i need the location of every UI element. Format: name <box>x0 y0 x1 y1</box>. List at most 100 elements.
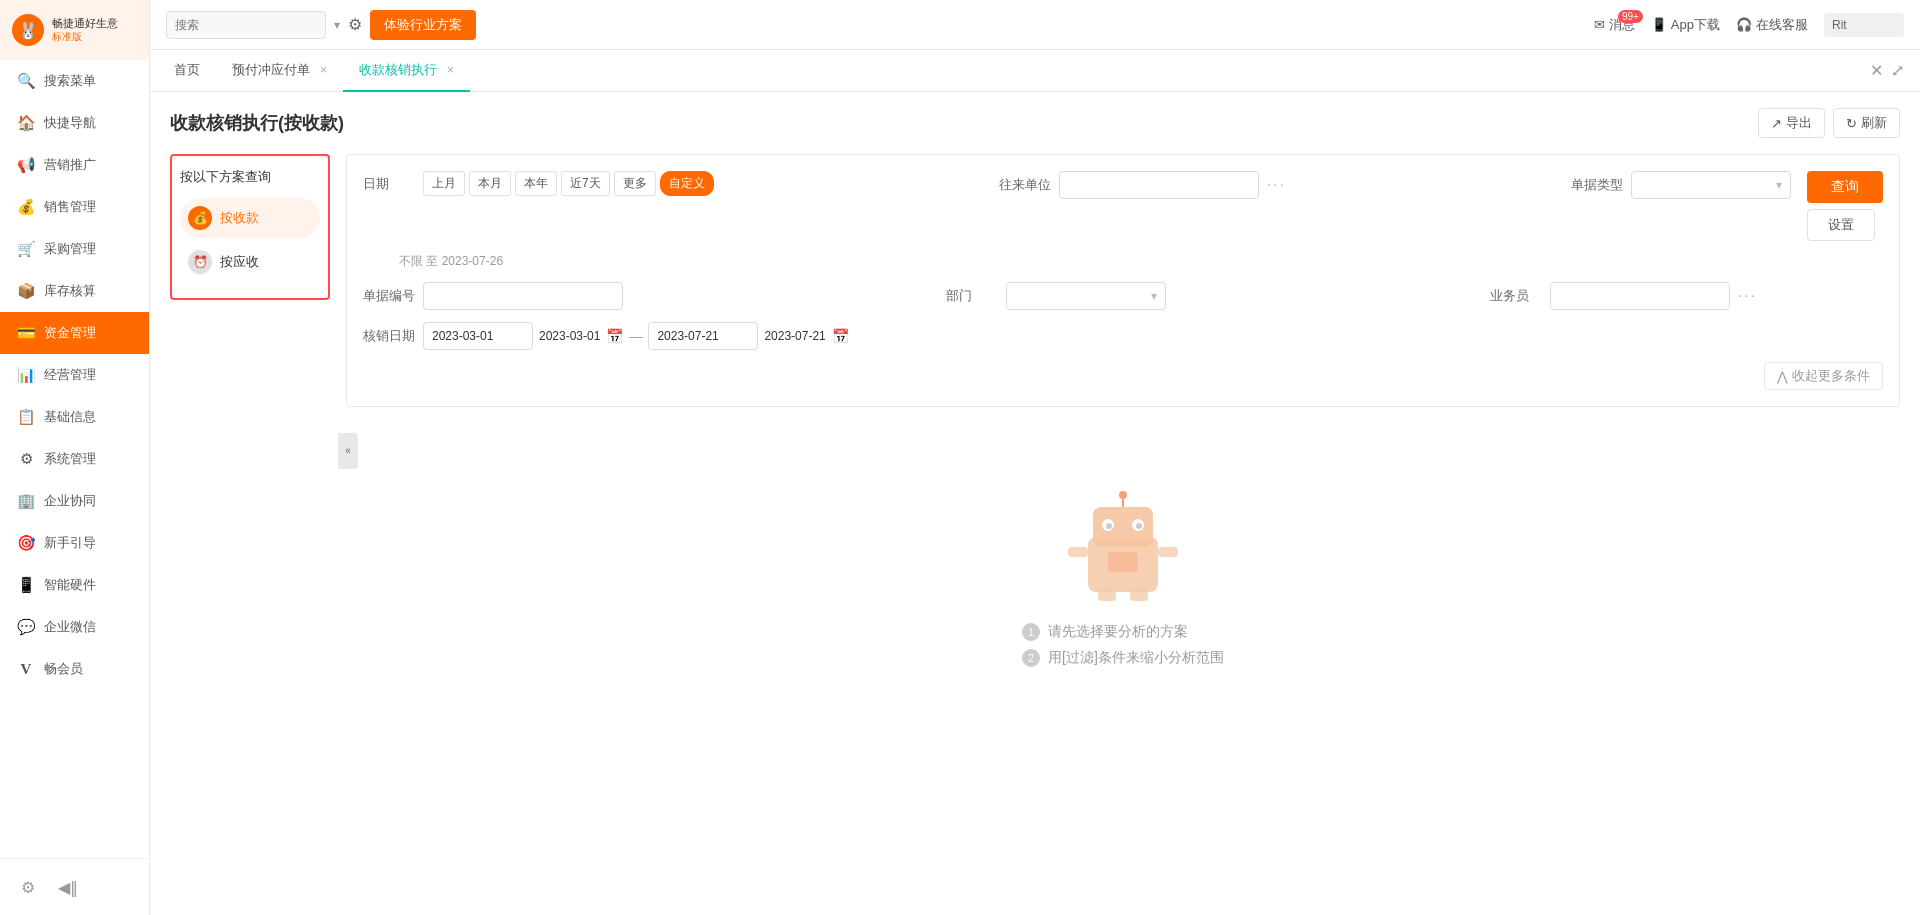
unit-input[interactable] <box>1059 171 1259 199</box>
home-tab-label: 首页 <box>174 61 200 79</box>
header-search-input[interactable] <box>166 11 326 39</box>
calendar-start-icon[interactable]: 📅 <box>606 328 623 344</box>
industry-solution-button[interactable]: 体验行业方案 <box>370 10 476 40</box>
setting-button[interactable]: 设置 <box>1807 209 1875 241</box>
chevron-down-icon[interactable]: ▾ <box>334 18 340 32</box>
svg-rect-12 <box>1108 552 1138 572</box>
sidebar-item-inventory[interactable]: 📦 库存核算 <box>0 270 149 312</box>
date-no-limit-label: 不限 至 2023-07-26 <box>399 254 503 268</box>
export-label: 导出 <box>1786 114 1812 132</box>
header-right: ✉ 消息 99+ 📱 App下载 🎧 在线客服 Rit <box>1594 13 1904 37</box>
empty-tip-1: 1 请先选择要分析的方案 <box>1022 623 1224 641</box>
export-icon: ↗ <box>1771 116 1782 131</box>
message-button[interactable]: ✉ 消息 99+ <box>1594 16 1635 34</box>
close-tab-receivable-icon[interactable]: × <box>447 63 454 77</box>
sidebar-item-wechat[interactable]: 💬 企业微信 <box>0 606 149 648</box>
writeoff-date-end-input[interactable] <box>648 322 758 350</box>
collapse-sidebar-icon[interactable]: ◀‖ <box>52 871 84 903</box>
date-more-button[interactable]: 更多 <box>614 171 656 196</box>
sidebar-item-label: 智能硬件 <box>44 576 96 594</box>
online-service-button[interactable]: 🎧 在线客服 <box>1736 16 1808 34</box>
inventory-icon: 📦 <box>16 282 36 300</box>
app-download-button[interactable]: 📱 App下载 <box>1651 16 1720 34</box>
basic-icon: 📋 <box>16 408 36 426</box>
sidebar-item-label: 新手引导 <box>44 534 96 552</box>
filter-content-layout: 按以下方案查询 💰 按收款 ⏰ 按应收 « <box>170 154 1900 747</box>
sidebar-item-label: 系统管理 <box>44 450 96 468</box>
sidebar-item-basic[interactable]: 📋 基础信息 <box>0 396 149 438</box>
search-icon: 🔍 <box>16 72 36 90</box>
tab-prepay[interactable]: 预付冲应付单 × <box>216 50 343 92</box>
sidebar-item-guide[interactable]: 🎯 新手引导 <box>0 522 149 564</box>
tip-text-1: 请先选择要分析的方案 <box>1048 623 1188 641</box>
sidebar-item-system[interactable]: ⚙ 系统管理 <box>0 438 149 480</box>
date-label: 日期 <box>363 175 415 193</box>
staff-more-icon[interactable]: ··· <box>1738 287 1757 305</box>
doc-type-select[interactable]: ▾ <box>1631 171 1791 199</box>
collapse-more-button[interactable]: ⋀ 收起更多条件 <box>1764 362 1883 390</box>
svg-point-5 <box>1136 523 1142 529</box>
filter-panel: 按以下方案查询 💰 按收款 ⏰ 按应收 <box>170 154 330 300</box>
filter-panel-title: 按以下方案查询 <box>180 168 320 186</box>
empty-robot-illustration <box>1063 487 1183 607</box>
settings-icon[interactable]: ⚙ <box>348 15 362 34</box>
close-tab-icon[interactable]: ✕ <box>1870 61 1883 80</box>
svg-point-7 <box>1119 491 1127 499</box>
export-button[interactable]: ↗ 导出 <box>1758 108 1825 138</box>
staff-input[interactable] <box>1550 282 1730 310</box>
filter-option-payable-label: 按应收 <box>220 253 259 271</box>
app-logo: 🐰 畅捷通好生意 标准版 <box>0 0 149 60</box>
app-download-label: App下载 <box>1671 16 1720 34</box>
collapse-filter-button[interactable]: « <box>338 433 358 469</box>
writeoff-date-start-input[interactable] <box>423 322 533 350</box>
sidebar-item-finance[interactable]: 💳 资金管理 <box>0 312 149 354</box>
doc-no-input[interactable] <box>423 282 623 310</box>
header-search-area: ▾ ⚙ 体验行业方案 <box>166 10 1582 40</box>
sidebar-item-search[interactable]: 🔍 搜索菜单 <box>0 60 149 102</box>
page-title: 收款核销执行(按收款) <box>170 111 344 135</box>
sidebar-item-label: 搜索菜单 <box>44 72 96 90</box>
refresh-button[interactable]: ↻ 刷新 <box>1833 108 1900 138</box>
svg-rect-11 <box>1130 589 1148 601</box>
expand-tab-icon[interactable]: ⤢ <box>1891 61 1904 80</box>
sidebar-item-operation[interactable]: 📊 经营管理 <box>0 354 149 396</box>
enterprise-icon: 🏢 <box>16 492 36 510</box>
staff-label: 业务员 <box>1490 287 1542 305</box>
sidebar-item-shortcuts[interactable]: 🏠 快捷导航 <box>0 102 149 144</box>
date-last7days-button[interactable]: 近7天 <box>561 171 610 196</box>
empty-state: 1 请先选择要分析的方案 2 用[过滤]条件来缩小分析范围 <box>346 407 1900 747</box>
sidebar-item-hardware[interactable]: 📱 智能硬件 <box>0 564 149 606</box>
dept-select[interactable]: ▾ <box>1006 282 1166 310</box>
user-avatar[interactable]: Rit <box>1824 13 1904 37</box>
close-tab-prepay-icon[interactable]: × <box>320 63 327 77</box>
tab-receivable[interactable]: 收款核销执行 × <box>343 50 470 92</box>
date-this-year-button[interactable]: 本年 <box>515 171 557 196</box>
sidebar-item-marketing[interactable]: 📢 营销推广 <box>0 144 149 186</box>
date-this-month-button[interactable]: 本月 <box>469 171 511 196</box>
sidebar-item-enterprise[interactable]: 🏢 企业协同 <box>0 480 149 522</box>
doc-no-label: 单据编号 <box>363 287 415 305</box>
sidebar-item-label: 营销推广 <box>44 156 96 174</box>
content-area: 收款核销执行(按收款) ↗ 导出 ↻ 刷新 按以下方案 <box>150 92 1920 915</box>
sidebar-item-label: 企业协同 <box>44 492 96 510</box>
logo-sub: 标准版 <box>52 30 118 44</box>
writeoff-date-label: 核销日期 <box>363 327 415 345</box>
dept-label: 部门 <box>946 287 998 305</box>
sidebar-item-member[interactable]: V 畅会员 <box>0 648 149 690</box>
date-custom-button[interactable]: 自定义 <box>660 171 714 196</box>
chevron-down-icon: ▾ <box>1776 178 1782 192</box>
svg-point-4 <box>1106 523 1112 529</box>
filter-option-by-receipt[interactable]: 💰 按收款 <box>180 198 320 238</box>
date-last-month-button[interactable]: 上月 <box>423 171 465 196</box>
message-badge: 99+ <box>1618 10 1643 23</box>
settings-icon[interactable]: ⚙ <box>12 871 44 903</box>
filter-option-by-payable[interactable]: ⏰ 按应收 <box>180 242 320 282</box>
unit-more-icon[interactable]: ··· <box>1267 176 1286 194</box>
tab-home[interactable]: 首页 <box>158 50 216 92</box>
calendar-end-icon[interactable]: 📅 <box>832 328 849 344</box>
query-button[interactable]: 查询 <box>1807 171 1883 203</box>
tab-receivable-label: 收款核销执行 <box>359 61 437 79</box>
sales-icon: 💰 <box>16 198 36 216</box>
sidebar-item-purchase[interactable]: 🛒 采购管理 <box>0 228 149 270</box>
sidebar-item-sales[interactable]: 💰 销售管理 <box>0 186 149 228</box>
